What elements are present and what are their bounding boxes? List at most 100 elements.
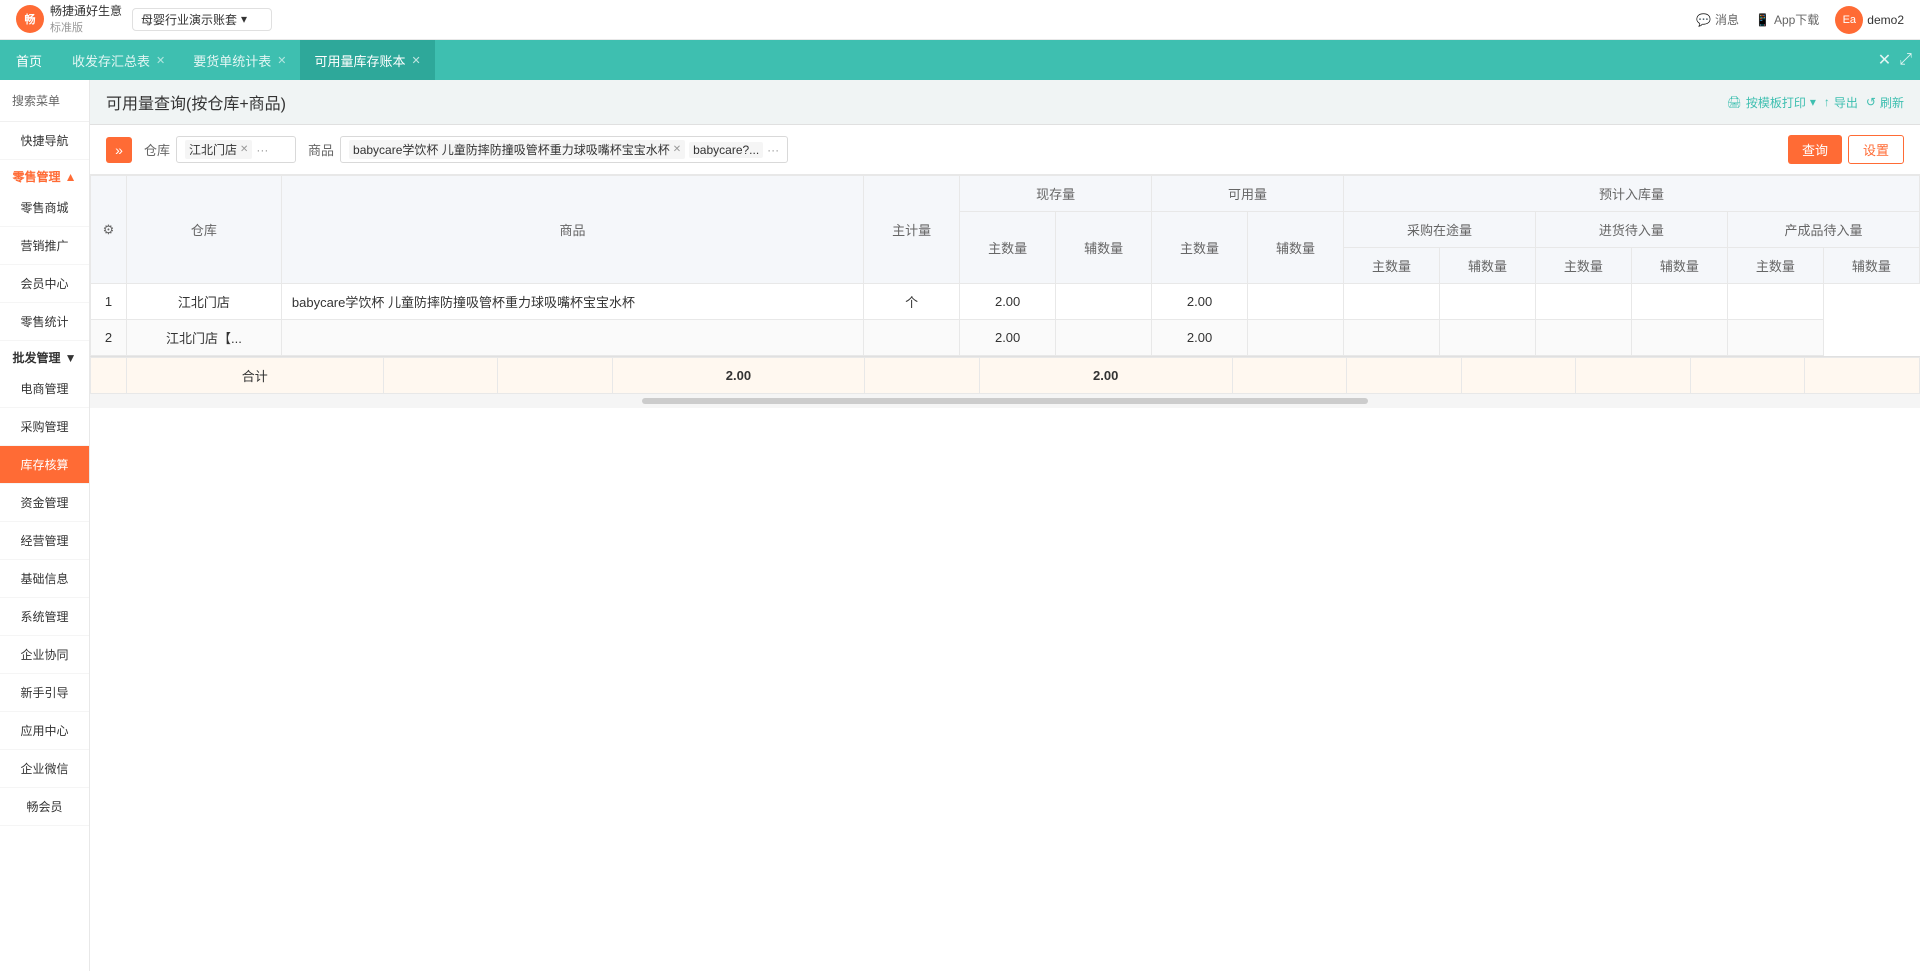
sidebar-item-nav[interactable]: 快捷导航 bbox=[0, 122, 89, 160]
cell-unit bbox=[864, 320, 960, 356]
logo-area: 畅 畅捷通好生意 标准版 bbox=[16, 4, 122, 34]
sidebar-item-wholesale[interactable]: 批发管理 ▼ bbox=[0, 341, 89, 370]
table-container: ⚙ 仓库 商品 主计量 现存量 可用量 预计入库量 主数量 辅数量 主数量 辅数… bbox=[90, 175, 1920, 971]
app-icon: 📱 bbox=[1755, 13, 1770, 27]
warehouse-tag-remove[interactable]: ✕ bbox=[240, 144, 248, 155]
page-header: 可用量查询(按仓库+商品) 🖨 按模板打印 ▾ ↑ 导出 ↺ 刷新 bbox=[90, 80, 1920, 125]
tab-order-label: 要货单统计表 bbox=[193, 51, 271, 70]
sidebar-item-retail-stats[interactable]: 零售统计 bbox=[0, 303, 89, 341]
cell-current-aux bbox=[1056, 320, 1152, 356]
product-filter-group: 商品 babycare学饮杯 儿童防摔防撞吸管杯重力球吸嘴杯宝宝水杯 ✕ bab… bbox=[308, 136, 788, 163]
app-download-action[interactable]: 📱 App下载 bbox=[1755, 11, 1819, 28]
setting-button[interactable]: 设置 bbox=[1848, 135, 1904, 164]
export-button[interactable]: ↑ 导出 bbox=[1824, 94, 1858, 111]
sidebar-item-inventory[interactable]: 库存核算 bbox=[0, 446, 89, 484]
total-label: 合计 bbox=[127, 358, 384, 394]
message-action[interactable]: 💬 消息 bbox=[1696, 11, 1739, 28]
nav-expand-btn[interactable]: ⤢ bbox=[1899, 51, 1912, 69]
sidebar-item-member2[interactable]: 畅会员 bbox=[0, 788, 89, 826]
sidebar-item-member[interactable]: 会员中心 bbox=[0, 265, 89, 303]
tab-stock-close[interactable]: ✕ bbox=[412, 54, 421, 67]
cell-purchase-aux bbox=[1439, 284, 1535, 320]
warehouse-input[interactable]: 江北门店 ✕ ··· bbox=[176, 136, 296, 163]
warehouse-label: 仓库 bbox=[144, 140, 170, 159]
th-current-main: 主数量 bbox=[960, 212, 1056, 284]
main-layout: 搜索菜单 快捷导航 零售管理 ▲ 零售商城 营销推广 会员中心 零售统计 批发管… bbox=[0, 80, 1920, 971]
sidebar-item-basic[interactable]: 基础信息 bbox=[0, 560, 89, 598]
refresh-label: 刷新 bbox=[1880, 94, 1904, 111]
th-incoming-aux: 辅数量 bbox=[1631, 248, 1727, 284]
warehouse-more[interactable]: ··· bbox=[256, 143, 268, 157]
sidebar-item-guide[interactable]: 新手引导 bbox=[0, 674, 89, 712]
sidebar-item-retail[interactable]: 零售管理 ▲ bbox=[0, 160, 89, 189]
tab-receipt[interactable]: 收发存汇总表 ✕ bbox=[58, 40, 179, 80]
sidebar-item-system[interactable]: 系统管理 bbox=[0, 598, 89, 636]
cell-avail-main: 2.00 bbox=[1152, 320, 1248, 356]
logo-text: 畅捷通好生意 bbox=[50, 4, 122, 18]
sidebar-item-retail-shop[interactable]: 零售商城 bbox=[0, 189, 89, 227]
th-planned-in: 预计入库量 bbox=[1344, 176, 1920, 212]
total-available-main: 2.00 bbox=[979, 358, 1232, 394]
sidebar-item-business[interactable]: 经营管理 bbox=[0, 522, 89, 560]
cell-unit: 个 bbox=[864, 284, 960, 320]
cell-current-aux bbox=[1056, 284, 1152, 320]
cell-warehouse: 江北门店 bbox=[127, 284, 282, 320]
th-purchase-onway: 采购在途量 bbox=[1344, 212, 1536, 248]
th-gear[interactable]: ⚙ bbox=[91, 176, 127, 284]
message-label: 消息 bbox=[1715, 11, 1739, 28]
th-incoming-pending: 进货待入量 bbox=[1535, 212, 1727, 248]
tab-receipt-close[interactable]: ✕ bbox=[156, 54, 165, 67]
sidebar-item-enterprise[interactable]: 企业协同 bbox=[0, 636, 89, 674]
product-tag-2-value: babycare?... bbox=[693, 143, 759, 157]
cell-purchase-main bbox=[1344, 284, 1440, 320]
retail-expand-icon: ▲ bbox=[65, 170, 77, 184]
print-dropdown-icon: ▾ bbox=[1810, 95, 1816, 109]
top-bar: 畅 畅捷通好生意 标准版 母婴行业演示账套 ▾ 💬 消息 📱 App下载 Ea … bbox=[0, 0, 1920, 40]
user-area[interactable]: Ea demo2 bbox=[1835, 6, 1904, 34]
filter-bar: » 仓库 江北门店 ✕ ··· 商品 babycare学饮杯 儿童防摔防撞吸管杯… bbox=[90, 125, 1920, 175]
page-header-actions: 🖨 按模板打印 ▾ ↑ 导出 ↺ 刷新 bbox=[1727, 94, 1904, 111]
query-button[interactable]: 查询 bbox=[1788, 135, 1842, 164]
cell-avail-main: 2.00 bbox=[1152, 284, 1248, 320]
export-icon: ↑ bbox=[1824, 95, 1830, 109]
tab-order-close[interactable]: ✕ bbox=[277, 54, 286, 67]
product-tag-1-remove[interactable]: ✕ bbox=[673, 144, 681, 155]
sidebar-item-appstore[interactable]: 应用中心 bbox=[0, 712, 89, 750]
page-title: 可用量查询(按仓库+商品) bbox=[106, 90, 286, 114]
search-menu-button[interactable]: 搜索菜单 bbox=[8, 88, 81, 113]
filter-actions: 查询 设置 bbox=[1788, 135, 1904, 164]
cell-product-main bbox=[1727, 284, 1823, 320]
tab-home[interactable]: 首页 bbox=[0, 40, 58, 80]
cell-product-main bbox=[1727, 320, 1823, 356]
sidebar-item-finance[interactable]: 资金管理 bbox=[0, 484, 89, 522]
tab-order[interactable]: 要货单统计表 ✕ bbox=[179, 40, 300, 80]
refresh-button[interactable]: ↺ 刷新 bbox=[1866, 94, 1904, 111]
sidebar-item-purchase[interactable]: 采购管理 bbox=[0, 408, 89, 446]
print-button[interactable]: 🖨 按模板打印 ▾ bbox=[1727, 94, 1816, 111]
company-selector[interactable]: 母婴行业演示账套 ▾ bbox=[132, 8, 272, 31]
avatar: Ea bbox=[1835, 6, 1863, 34]
filter-toggle-button[interactable]: » bbox=[106, 137, 132, 163]
dropdown-icon: ▾ bbox=[241, 12, 247, 26]
nav-close-btn[interactable]: ✕ bbox=[1878, 50, 1891, 70]
wholesale-label: 批发管理 bbox=[13, 349, 61, 366]
th-product-aux: 辅数量 bbox=[1823, 248, 1919, 284]
retail-label: 零售管理 bbox=[13, 168, 61, 185]
cell-product: babycare学饮杯 儿童防摔防撞吸管杯重力球吸嘴杯宝宝水杯 bbox=[281, 284, 863, 320]
tab-receipt-label: 收发存汇总表 bbox=[72, 51, 150, 70]
cell-incoming-main bbox=[1535, 320, 1631, 356]
product-input[interactable]: babycare学饮杯 儿童防摔防撞吸管杯重力球吸嘴杯宝宝水杯 ✕ babyca… bbox=[340, 136, 788, 163]
username: demo2 bbox=[1867, 13, 1904, 27]
product-label: 商品 bbox=[308, 140, 334, 159]
sidebar-item-wxwork[interactable]: 企业微信 bbox=[0, 750, 89, 788]
product-more[interactable]: ··· bbox=[767, 143, 779, 157]
tab-home-label: 首页 bbox=[16, 51, 42, 70]
th-product: 商品 bbox=[281, 176, 863, 284]
data-table: ⚙ 仓库 商品 主计量 现存量 可用量 预计入库量 主数量 辅数量 主数量 辅数… bbox=[90, 175, 1920, 356]
cell-incoming-aux bbox=[1631, 284, 1727, 320]
sidebar-item-marketing[interactable]: 营销推广 bbox=[0, 227, 89, 265]
tab-stock[interactable]: 可用量库存账本 ✕ bbox=[300, 40, 434, 80]
sidebar-item-ecom[interactable]: 电商管理 bbox=[0, 370, 89, 408]
warehouse-tag: 江北门店 ✕ bbox=[185, 140, 252, 159]
th-purchase-aux: 辅数量 bbox=[1439, 248, 1535, 284]
